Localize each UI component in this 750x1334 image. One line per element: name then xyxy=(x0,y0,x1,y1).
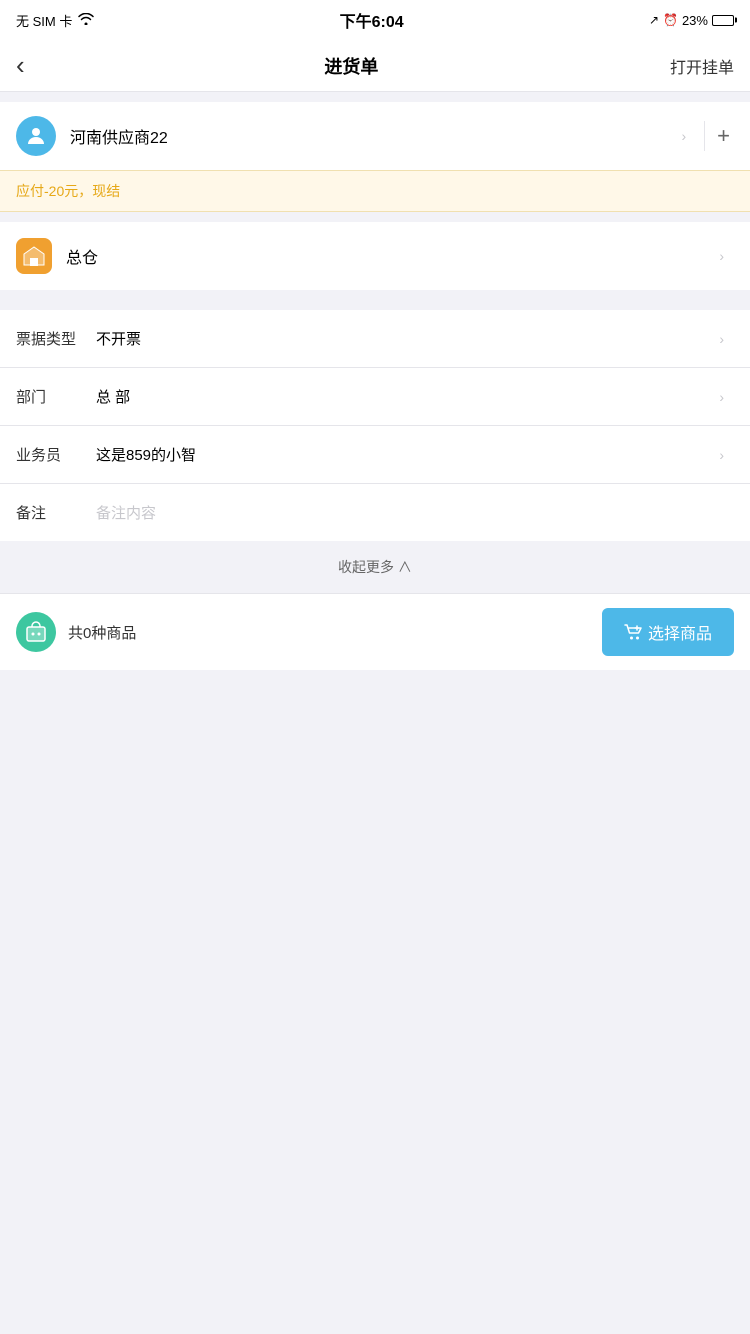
alarm-icon: ⏰ xyxy=(663,13,678,27)
department-label: 部门 xyxy=(16,386,96,407)
page-background xyxy=(0,670,750,970)
remark-input[interactable]: 备注内容 xyxy=(96,502,734,523)
product-icon xyxy=(16,612,56,652)
supplier-section: 河南供应商22 › + 应付-20元，现结 xyxy=(0,102,750,212)
select-product-label: 选择商品 xyxy=(648,620,712,644)
salesman-chevron-icon: › xyxy=(719,447,724,463)
location-icon: ↗ xyxy=(649,13,659,27)
supplier-chevron-icon: › xyxy=(681,128,686,144)
supplier-name: 河南供应商22 xyxy=(70,124,681,148)
invoice-label: 票据类型 xyxy=(16,328,96,349)
invoice-value: 不开票 xyxy=(96,328,719,349)
page-title: 进货单 xyxy=(324,53,378,79)
wifi-icon xyxy=(78,13,94,28)
bottom-bar: 共0种商品 选择商品 xyxy=(0,593,750,670)
cart-icon xyxy=(624,623,642,641)
divider xyxy=(704,121,705,151)
department-row[interactable]: 部门 总 部 › xyxy=(0,368,750,426)
invoice-row[interactable]: 票据类型 不开票 › xyxy=(0,310,750,368)
salesman-label: 业务员 xyxy=(16,444,96,465)
collapse-button[interactable]: 收起更多 ∧ xyxy=(0,541,750,593)
salesman-value: 这是859的小智 xyxy=(96,444,719,465)
department-value: 总 部 xyxy=(96,386,719,407)
battery-icon xyxy=(712,15,734,26)
remark-row[interactable]: 备注 备注内容 xyxy=(0,484,750,541)
supplier-avatar xyxy=(16,116,56,156)
open-pending-button[interactable]: 打开挂单 xyxy=(670,54,734,78)
salesman-row[interactable]: 业务员 这是859的小智 › xyxy=(0,426,750,484)
form-section: 票据类型 不开票 › 部门 总 部 › 业务员 这是859的小智 › 备注 备注… xyxy=(0,310,750,541)
status-left: 无 SIM 卡 xyxy=(16,11,94,30)
add-supplier-button[interactable]: + xyxy=(713,119,734,153)
status-right: ↗ ⏰ 23% xyxy=(649,13,734,28)
section-gap-2 xyxy=(0,290,750,300)
remark-label: 备注 xyxy=(16,502,96,523)
section-gap-1 xyxy=(0,92,750,102)
status-bar: 无 SIM 卡 下午6:04 ↗ ⏰ 23% xyxy=(0,0,750,40)
warehouse-row[interactable]: 总仓 › xyxy=(0,222,750,290)
nav-bar: ‹ 进货单 打开挂单 xyxy=(0,40,750,92)
notice-bar: 应付-20元，现结 xyxy=(0,170,750,212)
status-time: 下午6:04 xyxy=(340,8,404,32)
carrier-label: 无 SIM 卡 xyxy=(16,11,72,30)
warehouse-name: 总仓 xyxy=(66,244,719,268)
supplier-row[interactable]: 河南供应商22 › + xyxy=(0,102,750,170)
warehouse-icon xyxy=(16,238,52,274)
product-count: 共0种商品 xyxy=(68,622,602,643)
invoice-chevron-icon: › xyxy=(719,331,724,347)
battery-label: 23% xyxy=(682,13,708,28)
notice-text: 应付-20元，现结 xyxy=(16,183,120,199)
warehouse-chevron-icon: › xyxy=(719,248,724,264)
select-product-button[interactable]: 选择商品 xyxy=(602,608,734,656)
department-chevron-icon: › xyxy=(719,389,724,405)
collapse-label: 收起更多 ∧ xyxy=(338,557,412,577)
back-button[interactable]: ‹ xyxy=(16,42,33,89)
